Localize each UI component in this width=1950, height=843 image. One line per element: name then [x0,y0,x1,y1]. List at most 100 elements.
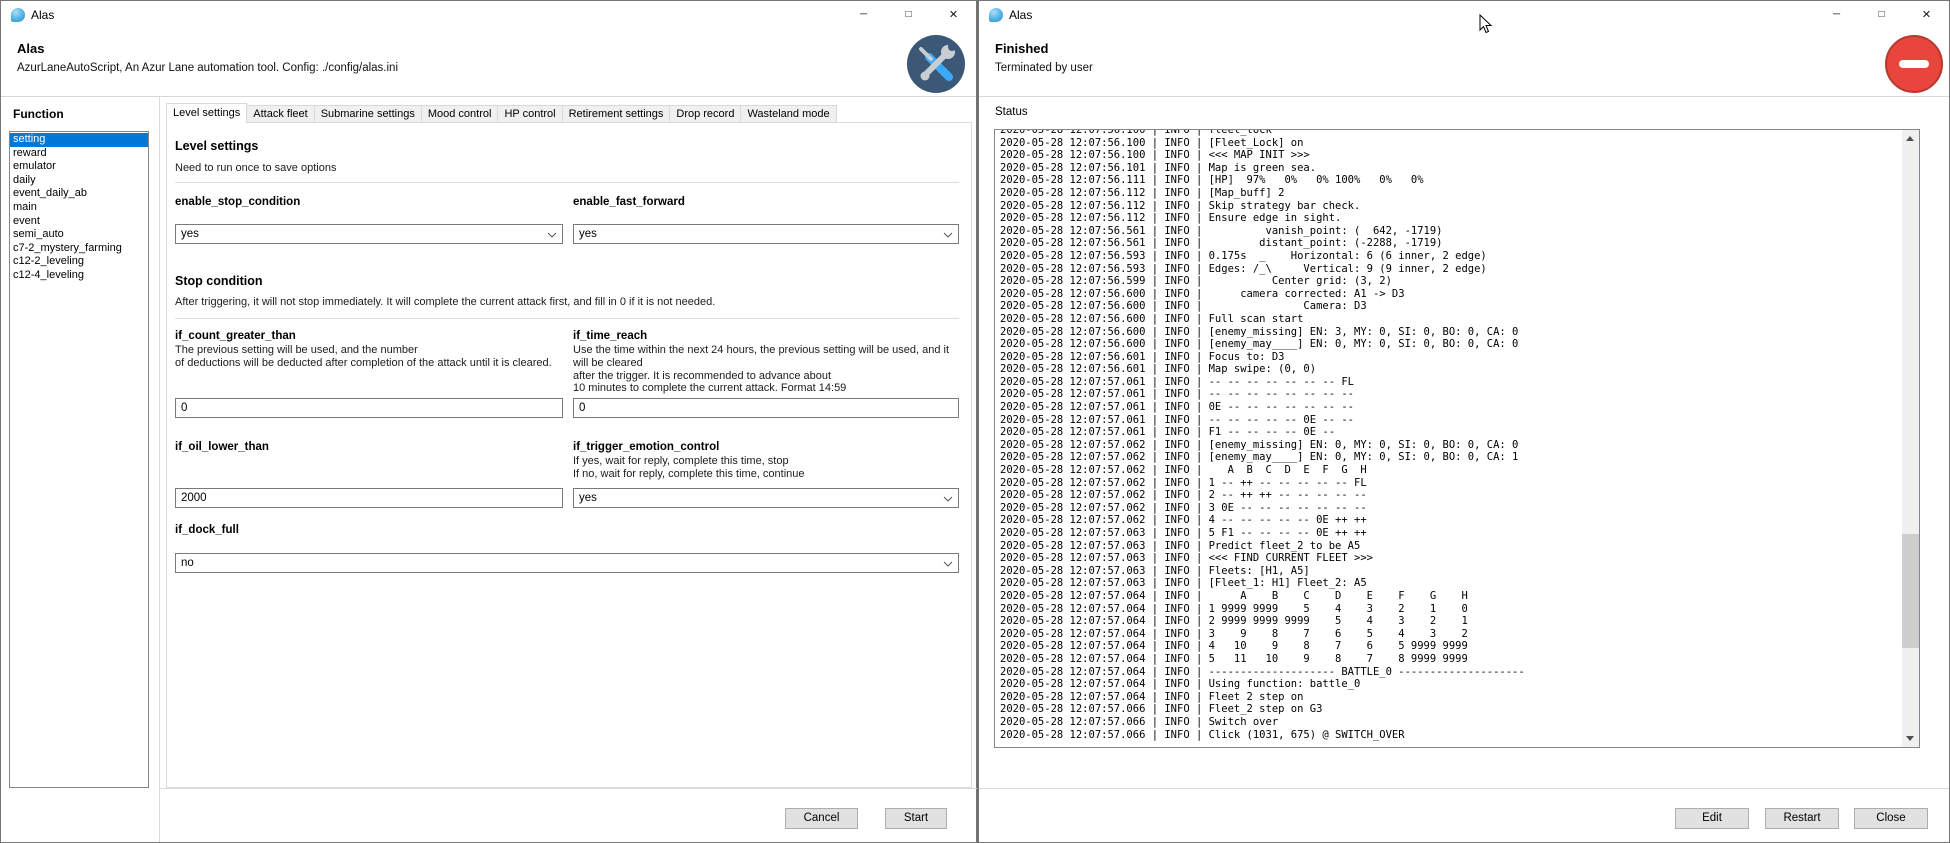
log-window: Alas ─ □ ✕ Finished Terminated by user S… [978,0,1950,843]
if-trigger-emotion-control-select[interactable]: yes [573,488,959,508]
log-line: 2020-05-28 12:07:56.100 | INFO | <<< MAP… [1000,149,1901,162]
config-window: Alas ─ □ ✕ Alas AzurLaneAutoScript, An A… [0,0,977,843]
sidebar-item-setting[interactable]: setting [10,133,148,147]
chevron-down-icon [943,232,953,238]
if-oil-lower-than-input[interactable] [175,488,563,508]
start-button[interactable]: Start [885,808,947,829]
log-line: 2020-05-28 12:07:57.063 | INFO | [Fleet_… [1000,577,1901,590]
log-line: 2020-05-28 12:07:57.061 | INFO | 0E -- -… [1000,401,1901,414]
log-line: 2020-05-28 12:07:56.601 | INFO | Focus t… [1000,351,1901,364]
tab-hp-control[interactable]: HP control [498,105,562,123]
scrollbar-thumb[interactable] [1902,534,1919,648]
titlebar[interactable]: Alas ─ □ ✕ [979,1,1949,29]
if-count-greater-than-label: if_count_greater_than [175,330,296,342]
minimize-button[interactable]: ─ [1814,1,1859,29]
tab-attack-fleet[interactable]: Attack fleet [247,105,314,123]
header-separator [979,96,1949,97]
status-title: Finished [995,41,1048,56]
tab-level-settings[interactable]: Level settings [166,103,247,123]
alas-logo-icon [989,8,1003,22]
maximize-button[interactable]: □ [1859,1,1904,29]
maximize-button[interactable]: □ [886,1,931,29]
if-count-greater-than-desc: The previous setting will be used, and t… [175,344,567,370]
window-controls: ─ □ ✕ [1814,1,1949,29]
enable-fast-forward-label: enable_fast_forward [573,196,685,208]
screen: Alas ─ □ ✕ Alas AzurLaneAutoScript, An A… [0,0,1950,843]
restart-button[interactable]: Restart [1765,808,1839,829]
selected-value: yes [579,492,597,504]
log-line: 2020-05-28 12:07:56.111 | INFO | [HP] 97… [1000,174,1901,187]
tab-strip: Level settingsAttack fleetSubmarine sett… [166,103,837,123]
tab-drop-record[interactable]: Drop record [670,105,741,123]
panel-separator [159,97,160,842]
if-trigger-emotion-control-desc: If yes, wait for reply, complete this ti… [573,455,965,481]
minimize-button[interactable]: ─ [841,1,886,29]
log-content: 2020-05-28 12:07:56.100 | INFO | fleet_l… [1000,129,1901,741]
cancel-button[interactable]: Cancel [785,808,858,829]
mouse-cursor [1479,14,1493,34]
sidebar-item-event_daily_ab[interactable]: event_daily_ab [10,187,148,201]
selected-value: no [181,557,194,569]
log-line: 2020-05-28 12:07:57.062 | INFO | [enemy_… [1000,439,1901,452]
close-button[interactable]: ✕ [1904,1,1949,29]
tab-wasteland-mode[interactable]: Wasteland mode [741,105,836,123]
log-output[interactable]: 2020-05-28 12:07:56.100 | INFO | fleet_l… [994,129,1920,748]
tab-retirement-settings[interactable]: Retirement settings [563,105,671,123]
log-line: 2020-05-28 12:07:57.064 | INFO | A B C D… [1000,590,1901,603]
if-time-reach-desc: Use the time within the next 24 hours, t… [573,344,965,395]
log-line: 2020-05-28 12:07:57.062 | INFO | 1 -- ++… [1000,477,1901,490]
log-line: 2020-05-28 12:07:56.112 | INFO | [Map_bu… [1000,187,1901,200]
titlebar[interactable]: Alas ─ □ ✕ [1,1,976,29]
log-line: 2020-05-28 12:07:57.061 | INFO | F1 -- -… [1000,426,1901,439]
close-button[interactable]: ✕ [931,1,976,29]
header-separator [1,96,976,97]
if-count-greater-than-input[interactable] [175,398,563,418]
log-line: 2020-05-28 12:07:56.561 | INFO | distant… [1000,237,1901,250]
if-time-reach-input[interactable] [573,398,959,418]
sidebar-item-reward[interactable]: reward [10,147,148,161]
log-line: 2020-05-28 12:07:56.600 | INFO | Camera:… [1000,300,1901,313]
if-oil-lower-than-label: if_oil_lower_than [175,441,269,453]
if-trigger-emotion-control-label: if_trigger_emotion_control [573,441,719,453]
log-line: 2020-05-28 12:07:57.062 | INFO | [enemy_… [1000,451,1901,464]
sidebar-item-semi_auto[interactable]: semi_auto [10,228,148,242]
alas-logo-icon [11,8,25,22]
log-line: 2020-05-28 12:07:56.600 | INFO | Full sc… [1000,313,1901,326]
log-line: 2020-05-28 12:07:57.063 | INFO | Predict… [1000,540,1901,553]
tools-icon [907,35,965,93]
log-line: 2020-05-28 12:07:56.593 | INFO | Edges: … [1000,263,1901,276]
stop-condition-desc: After triggering, it will not stop immed… [175,296,955,309]
scroll-up-icon[interactable] [1902,130,1919,147]
sidebar-item-c12-4_leveling[interactable]: c12-4_leveling [10,269,148,283]
log-line: 2020-05-28 12:07:57.064 | INFO | 3 9 8 7… [1000,628,1901,641]
log-line: 2020-05-28 12:07:57.064 | INFO | 5 11 10… [1000,653,1901,666]
enable-stop-condition-select[interactable]: yes [175,224,563,244]
sidebar-item-main[interactable]: main [10,201,148,215]
edit-button[interactable]: Edit [1675,808,1749,829]
section-desc: Need to run once to save options [175,162,336,175]
enable-fast-forward-select[interactable]: yes [573,224,959,244]
log-line: 2020-05-28 12:07:56.600 | INFO | camera … [1000,288,1901,301]
sidebar-item-c12-2_leveling[interactable]: c12-2_leveling [10,255,148,269]
selected-value: yes [579,228,597,240]
log-line: 2020-05-28 12:07:57.062 | INFO | 3 0E --… [1000,502,1901,515]
if-dock-full-select[interactable]: no [175,553,959,573]
close-action-button[interactable]: Close [1854,808,1928,829]
sidebar-item-daily[interactable]: daily [10,174,148,188]
sidebar-item-event[interactable]: event [10,215,148,229]
sidebar-item-emulator[interactable]: emulator [10,160,148,174]
function-list: settingrewardemulatordailyevent_daily_ab… [9,131,149,788]
sidebar-item-c7-2_mystery_farming[interactable]: c7-2_mystery_farming [10,242,148,256]
tab-mood-control[interactable]: Mood control [422,105,499,123]
log-line: 2020-05-28 12:07:56.100 | INFO | [Fleet_… [1000,137,1901,150]
log-line: 2020-05-28 12:07:57.064 | INFO | Using f… [1000,678,1901,691]
tab-submarine-settings[interactable]: Submarine settings [315,105,422,123]
log-line: 2020-05-28 12:07:56.101 | INFO | Map is … [1000,162,1901,175]
footer-separator [979,788,1949,789]
log-scrollbar[interactable] [1902,130,1919,747]
scroll-down-icon[interactable] [1902,730,1919,747]
log-line: 2020-05-28 12:07:56.593 | INFO | 0.175s … [1000,250,1901,263]
log-line: 2020-05-28 12:07:56.600 | INFO | [enemy_… [1000,338,1901,351]
log-line: 2020-05-28 12:07:57.063 | INFO | <<< FIN… [1000,552,1901,565]
log-line: 2020-05-28 12:07:57.064 | INFO | 2 9999 … [1000,615,1901,628]
